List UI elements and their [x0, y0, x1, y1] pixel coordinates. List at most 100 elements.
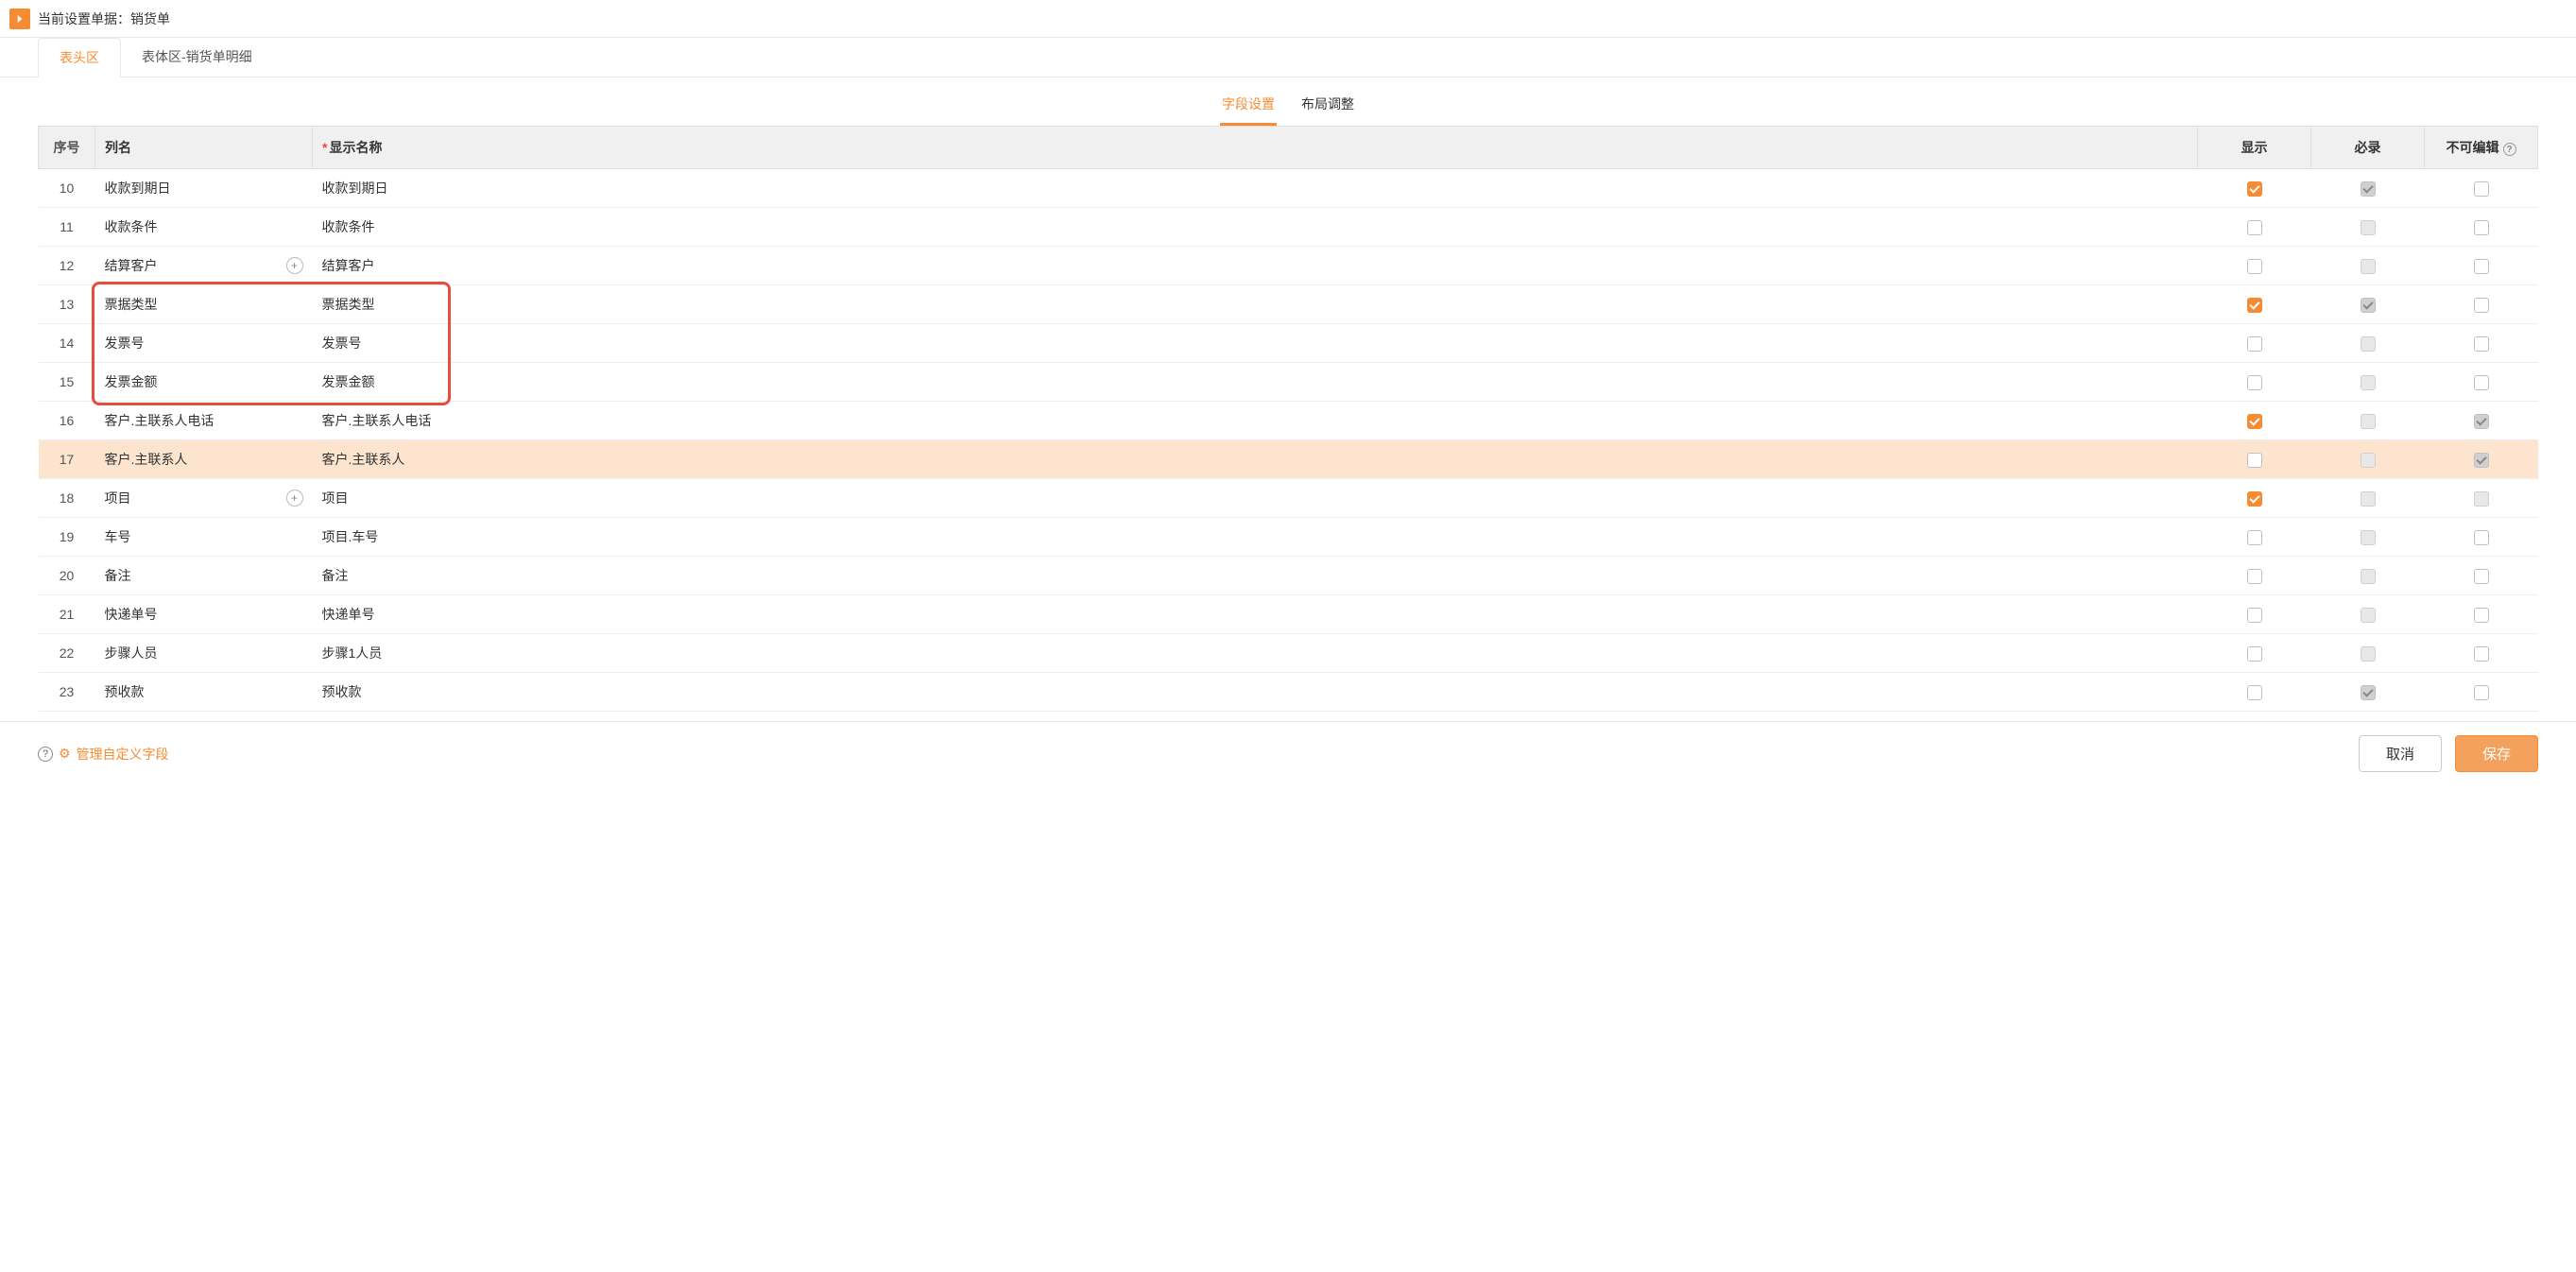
subtab-1[interactable]: 布局调整 — [1299, 91, 1356, 126]
cell-locked — [2425, 634, 2538, 673]
cell-locked — [2425, 169, 2538, 208]
cell-locked — [2425, 479, 2538, 518]
checkbox-show[interactable] — [2247, 608, 2262, 623]
checkbox-show[interactable] — [2247, 491, 2262, 507]
save-button[interactable]: 保存 — [2455, 735, 2538, 772]
table-row: 14发票号发票号 — [39, 324, 2538, 363]
table-row: 23预收款预收款 — [39, 673, 2538, 712]
checkbox-show[interactable] — [2247, 375, 2262, 390]
cell-display[interactable]: 收款到期日 — [313, 169, 2198, 208]
cell-seq: 15 — [39, 363, 95, 402]
checkbox-locked[interactable] — [2474, 181, 2489, 197]
th-show: 显示 — [2198, 127, 2311, 169]
checkbox-required — [2361, 336, 2376, 352]
checkbox-show[interactable] — [2247, 259, 2262, 274]
checkbox-locked[interactable] — [2474, 298, 2489, 313]
checkbox-show[interactable] — [2247, 685, 2262, 700]
cell-required — [2311, 557, 2425, 595]
cell-seq: 10 — [39, 169, 95, 208]
table-row: 10收款到期日收款到期日 — [39, 169, 2538, 208]
cell-name: 发票号 — [95, 324, 313, 363]
cell-display[interactable]: 结算客户 — [313, 247, 2198, 285]
plus-icon[interactable]: + — [286, 490, 303, 507]
question-icon[interactable]: ? — [38, 747, 53, 762]
cell-name: 发票金额 — [95, 363, 313, 402]
cell-name: 项目+ — [95, 479, 313, 518]
cell-locked — [2425, 247, 2538, 285]
cell-seq: 23 — [39, 673, 95, 712]
expand-panel-button[interactable] — [9, 9, 30, 29]
cell-display[interactable]: 快递单号 — [313, 595, 2198, 634]
checkbox-required — [2361, 646, 2376, 662]
cell-show — [2198, 363, 2311, 402]
subtab-0[interactable]: 字段设置 — [1220, 91, 1277, 126]
cell-required — [2311, 479, 2425, 518]
cell-display[interactable]: 步骤1人员 — [313, 634, 2198, 673]
checkbox-required — [2361, 453, 2376, 468]
th-locked: 不可编辑? — [2425, 127, 2538, 169]
cell-locked — [2425, 557, 2538, 595]
cell-display[interactable]: 备注 — [313, 557, 2198, 595]
tab-0[interactable]: 表头区 — [38, 38, 121, 77]
cell-display[interactable]: 项目.车号 — [313, 518, 2198, 557]
cell-seq: 17 — [39, 440, 95, 479]
checkbox-locked[interactable] — [2474, 336, 2489, 352]
tab-1[interactable]: 表体区-销货单明细 — [121, 38, 273, 77]
table-row: 21快递单号快递单号 — [39, 595, 2538, 634]
cell-name: 收款到期日 — [95, 169, 313, 208]
checkbox-locked[interactable] — [2474, 220, 2489, 235]
cell-display[interactable]: 发票号 — [313, 324, 2198, 363]
checkbox-show[interactable] — [2247, 220, 2262, 235]
checkbox-show[interactable] — [2247, 569, 2262, 584]
cell-name: 票据类型 — [95, 285, 313, 324]
plus-icon[interactable]: + — [286, 257, 303, 274]
checkbox-locked[interactable] — [2474, 375, 2489, 390]
cell-display[interactable]: 发票金额 — [313, 363, 2198, 402]
cell-show — [2198, 479, 2311, 518]
table-row: 19车号项目.车号 — [39, 518, 2538, 557]
cell-show — [2198, 247, 2311, 285]
cell-display[interactable]: 客户.主联系人 — [313, 440, 2198, 479]
checkbox-show[interactable] — [2247, 414, 2262, 429]
cell-name: 收款条件 — [95, 208, 313, 247]
cell-seq: 20 — [39, 557, 95, 595]
checkbox-show[interactable] — [2247, 181, 2262, 197]
cell-locked — [2425, 440, 2538, 479]
cell-show — [2198, 440, 2311, 479]
checkbox-locked[interactable] — [2474, 569, 2489, 584]
cell-display[interactable]: 票据类型 — [313, 285, 2198, 324]
checkbox-locked[interactable] — [2474, 530, 2489, 545]
checkbox-show[interactable] — [2247, 336, 2262, 352]
checkbox-show[interactable] — [2247, 453, 2262, 468]
cell-display[interactable]: 收款条件 — [313, 208, 2198, 247]
th-required: 必录 — [2311, 127, 2425, 169]
checkbox-show[interactable] — [2247, 530, 2262, 545]
cell-show — [2198, 673, 2311, 712]
cell-display[interactable]: 预收款 — [313, 673, 2198, 712]
checkbox-locked[interactable] — [2474, 259, 2489, 274]
cell-required — [2311, 324, 2425, 363]
checkbox-locked[interactable] — [2474, 685, 2489, 700]
fields-table: 序号 列名 *显示名称 显示 必录 不可编辑? 10收款到期日收款到期日11收款… — [38, 126, 2538, 712]
cell-show — [2198, 557, 2311, 595]
cell-locked — [2425, 402, 2538, 440]
cancel-button[interactable]: 取消 — [2359, 735, 2442, 772]
checkbox-required — [2361, 220, 2376, 235]
checkbox-locked — [2474, 453, 2489, 468]
checkbox-locked[interactable] — [2474, 646, 2489, 662]
table-row: 11收款条件收款条件 — [39, 208, 2538, 247]
checkbox-required — [2361, 685, 2376, 700]
cell-display[interactable]: 项目 — [313, 479, 2198, 518]
checkbox-locked[interactable] — [2474, 608, 2489, 623]
cell-show — [2198, 208, 2311, 247]
cell-locked — [2425, 518, 2538, 557]
th-name: 列名 — [95, 127, 313, 169]
help-icon[interactable]: ? — [2503, 143, 2516, 156]
cell-seq: 13 — [39, 285, 95, 324]
cell-seq: 18 — [39, 479, 95, 518]
cell-display[interactable]: 客户.主联系人电话 — [313, 402, 2198, 440]
checkbox-required — [2361, 259, 2376, 274]
checkbox-show[interactable] — [2247, 298, 2262, 313]
manage-custom-fields-link[interactable]: 管理自定义字段 — [77, 745, 169, 764]
checkbox-show[interactable] — [2247, 646, 2262, 662]
